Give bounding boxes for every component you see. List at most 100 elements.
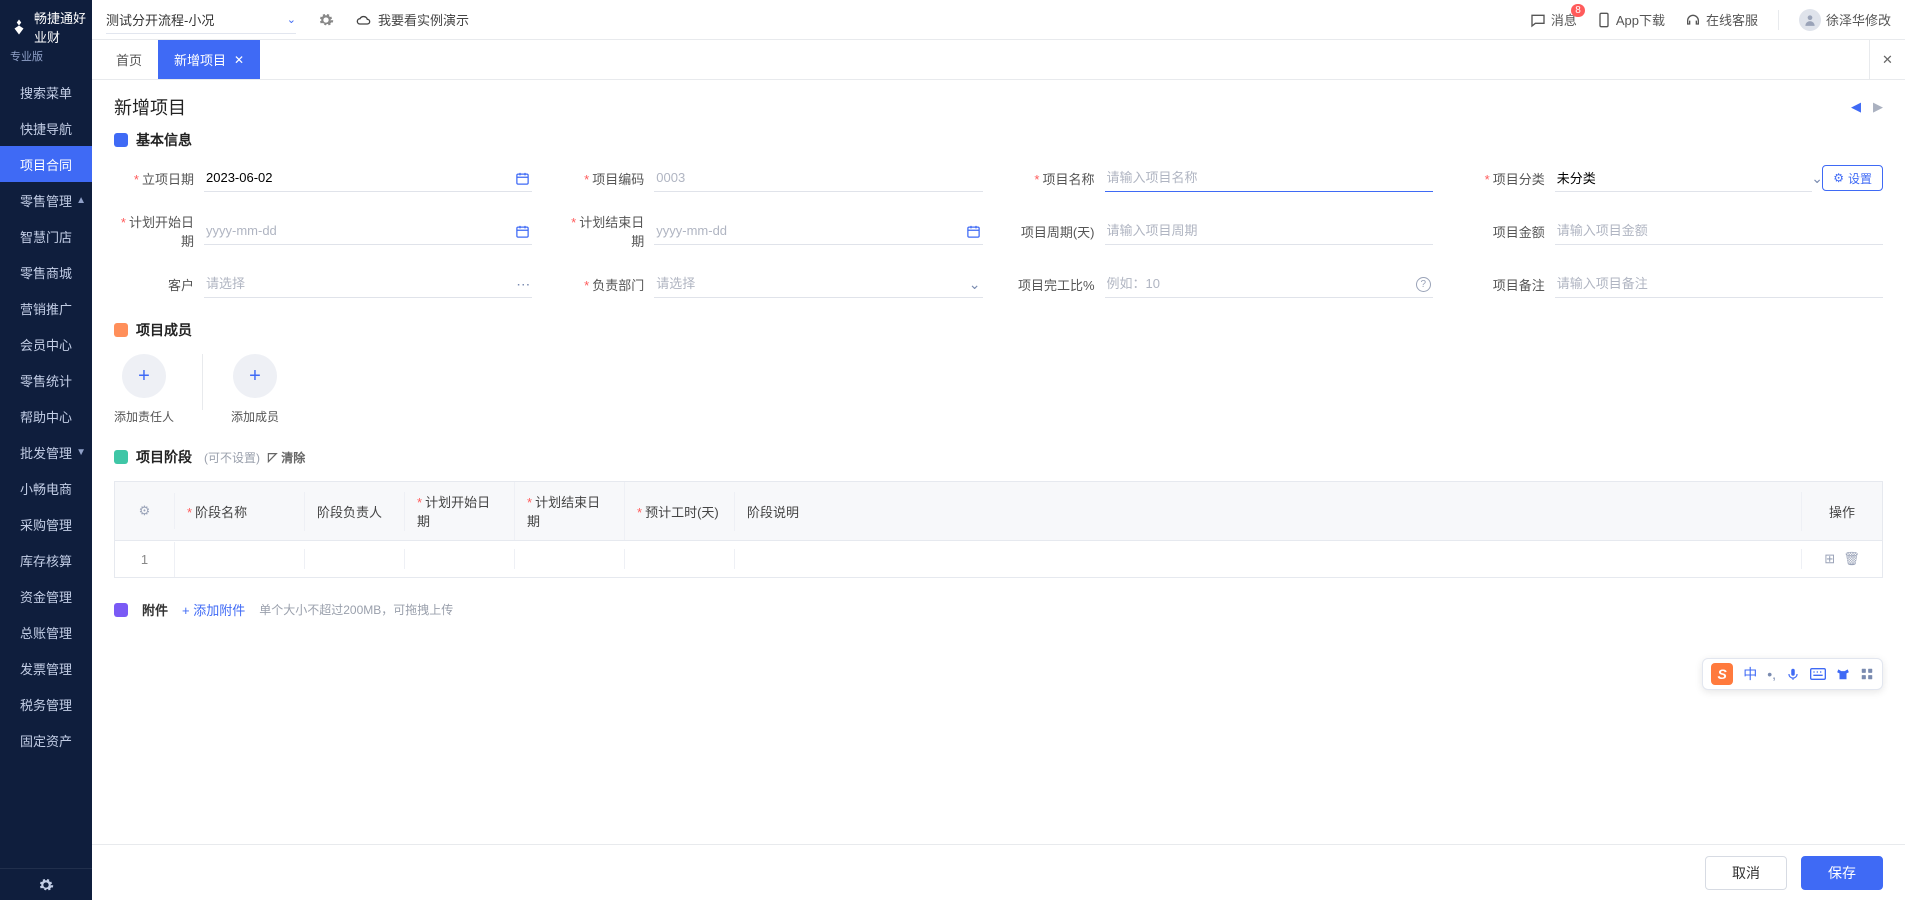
sidebar-item-fixed-assets[interactable]: 固定资产 — [0, 722, 92, 758]
ime-skin-icon[interactable] — [1836, 667, 1850, 681]
plan-end-input[interactable] — [654, 217, 982, 245]
sidebar-item-ecommerce[interactable]: 小畅电商 — [0, 470, 92, 506]
env-name: 测试分开流程-小况 — [106, 10, 214, 29]
close-all-tabs[interactable]: ✕ — [1869, 40, 1905, 79]
content-scroll[interactable]: 基本信息 立项日期 项目编码 项目名称 — [92, 130, 1905, 844]
topbar-app-download[interactable]: App下载 — [1597, 10, 1665, 29]
sidebar-item-member-center[interactable]: 会员中心 — [0, 326, 92, 362]
save-button[interactable]: 保存 — [1801, 856, 1883, 890]
section-attachments: 附件 + 添加附件 单个大小不超过200MB，可拖拽上传 — [114, 600, 1883, 619]
cancel-button[interactable]: 取消 — [1705, 856, 1787, 890]
dept-select[interactable] — [654, 270, 982, 298]
help-icon[interactable]: ? — [1416, 277, 1431, 292]
add-row-icon[interactable]: ⊞ — [1824, 551, 1835, 567]
sidebar-search[interactable]: 搜索菜单 — [0, 74, 92, 110]
sidebar-item-marketing[interactable]: 营销推广 — [0, 290, 92, 326]
env-selector[interactable]: 测试分开流程-小况 ⌄ — [106, 6, 296, 34]
stage-table-row[interactable]: 1 ⊞ 🗑 — [115, 541, 1882, 577]
prev-icon[interactable]: ◀ — [1851, 99, 1861, 115]
next-icon[interactable]: ▶ — [1873, 99, 1883, 115]
name-input[interactable] — [1105, 164, 1433, 192]
brand-name: 畅捷通好业财 — [34, 8, 86, 46]
ime-lang[interactable]: 中 — [1743, 664, 1757, 684]
add-owner-button[interactable]: + — [122, 354, 166, 398]
add-member-button[interactable]: + — [233, 354, 277, 398]
attach-row: 附件 + 添加附件 单个大小不超过200MB，可拖拽上传 — [114, 600, 1883, 619]
field-code: 项目编码 — [564, 164, 982, 192]
ime-keyboard-icon[interactable] — [1810, 668, 1826, 680]
sidebar-item-project-contract[interactable]: 项目合同 — [0, 146, 92, 182]
sidebar-item-purchase[interactable]: 采购管理 — [0, 506, 92, 542]
topbar-messages[interactable]: 消息 8 — [1530, 10, 1577, 29]
close-icon[interactable]: ✕ — [234, 53, 244, 67]
divider — [202, 354, 203, 410]
ime-menu-icon[interactable] — [1860, 667, 1874, 681]
remark-input[interactable] — [1555, 270, 1883, 298]
gear-icon[interactable]: ⚙ — [115, 493, 175, 529]
basic-form: 立项日期 项目编码 项目名称 项目分类 ⌄ — [114, 164, 1883, 298]
stage-owner-cell[interactable] — [305, 549, 405, 569]
customer-select[interactable] — [204, 270, 532, 298]
sidebar-item-retail-stats[interactable]: 零售统计 — [0, 362, 92, 398]
plan-start-input[interactable] — [204, 217, 532, 245]
gear-icon — [38, 877, 54, 893]
sidebar-item-retail-mall[interactable]: 零售商城 — [0, 254, 92, 290]
sidebar-item-wholesale[interactable]: 批发管理▼ — [0, 434, 92, 470]
section-stages: 项目阶段 (可不设置) ◸ 清除 ⚙ 阶段名称 阶段负责人 计划开始日期 计划结… — [114, 447, 1883, 578]
topbar-user[interactable]: 徐泽华修改 — [1799, 9, 1891, 31]
sidebar-item-tax[interactable]: 税务管理 — [0, 686, 92, 722]
stage-op-cell[interactable]: ⊞ 🗑 — [1802, 541, 1882, 577]
period-input[interactable] — [1105, 217, 1433, 245]
sidebar-item-help-center[interactable]: 帮助中心 — [0, 398, 92, 434]
sidebar-item-funds[interactable]: 资金管理 — [0, 578, 92, 614]
add-attachment-button[interactable]: + 添加附件 — [182, 600, 245, 619]
ime-punct-icon[interactable]: •, — [1767, 666, 1776, 682]
main-area: 测试分开流程-小况 ⌄ 我要看实例演示 消息 8 App下载 — [92, 0, 1905, 900]
sidebar-item-inventory[interactable]: 库存核算 — [0, 542, 92, 578]
section-icon — [114, 450, 128, 464]
eraser-icon: ◸ — [268, 450, 277, 464]
delete-row-icon[interactable]: 🗑 — [1843, 551, 1860, 567]
sidebar-item-ledger[interactable]: 总账管理 — [0, 614, 92, 650]
category-setting-button[interactable]: ⚙ 设置 — [1822, 165, 1883, 191]
stage-table: ⚙ 阶段名称 阶段负责人 计划开始日期 计划结束日期 预计工时(天) 阶段说明 … — [114, 481, 1883, 578]
stage-desc-cell[interactable] — [735, 549, 1802, 569]
stage-end-cell[interactable] — [515, 549, 625, 569]
brand-icon — [10, 18, 28, 36]
amount-input[interactable] — [1555, 217, 1883, 245]
stage-start-cell[interactable] — [405, 549, 515, 569]
stage-hours-cell[interactable] — [625, 549, 735, 569]
field-remark: 项目备注 — [1465, 270, 1883, 298]
sidebar-settings[interactable] — [0, 868, 92, 900]
tab-bar: 首页 新增项目 ✕ ✕ — [92, 40, 1905, 80]
section-icon — [114, 133, 128, 147]
field-customer: 客户 ⋯ — [114, 270, 532, 298]
complete-input[interactable] — [1105, 270, 1433, 298]
sidebar-item-retail-manage[interactable]: 零售管理▲ — [0, 182, 92, 218]
topbar-right: 消息 8 App下载 在线客服 徐泽华修改 — [1530, 9, 1891, 31]
add-member-slot: + 添加成员 — [231, 354, 279, 425]
field-complete: 项目完工比% ? — [1015, 270, 1433, 298]
sidebar-item-smart-store[interactable]: 智慧门店 — [0, 218, 92, 254]
stage-name-cell[interactable] — [175, 549, 305, 569]
sidebar-quicknav[interactable]: 快捷导航 — [0, 110, 92, 146]
ime-voice-icon[interactable] — [1786, 667, 1800, 681]
topbar-service[interactable]: 在线客服 — [1685, 10, 1758, 29]
gear-icon: ⚙ — [1833, 171, 1844, 185]
field-plan-end: 计划结束日期 — [564, 212, 982, 250]
message-badge: 8 — [1571, 4, 1585, 17]
env-settings-icon[interactable] — [318, 12, 334, 28]
tab-home[interactable]: 首页 — [100, 40, 158, 79]
clear-stages-button[interactable]: ◸ 清除 — [268, 449, 305, 466]
more-icon[interactable]: ⋯ — [516, 276, 530, 293]
sidebar-item-invoice[interactable]: 发票管理 — [0, 650, 92, 686]
cloud-icon — [356, 13, 372, 27]
category-select[interactable] — [1555, 164, 1812, 192]
section-basic-head: 基本信息 — [114, 130, 1883, 150]
tab-new-project[interactable]: 新增项目 ✕ — [158, 40, 260, 79]
demo-link[interactable]: 我要看实例演示 — [356, 10, 469, 29]
code-input[interactable] — [654, 164, 982, 192]
folder-icon — [114, 603, 128, 617]
est-date-input[interactable] — [204, 164, 532, 192]
ime-toolbar[interactable]: S 中 •, — [1702, 658, 1883, 690]
